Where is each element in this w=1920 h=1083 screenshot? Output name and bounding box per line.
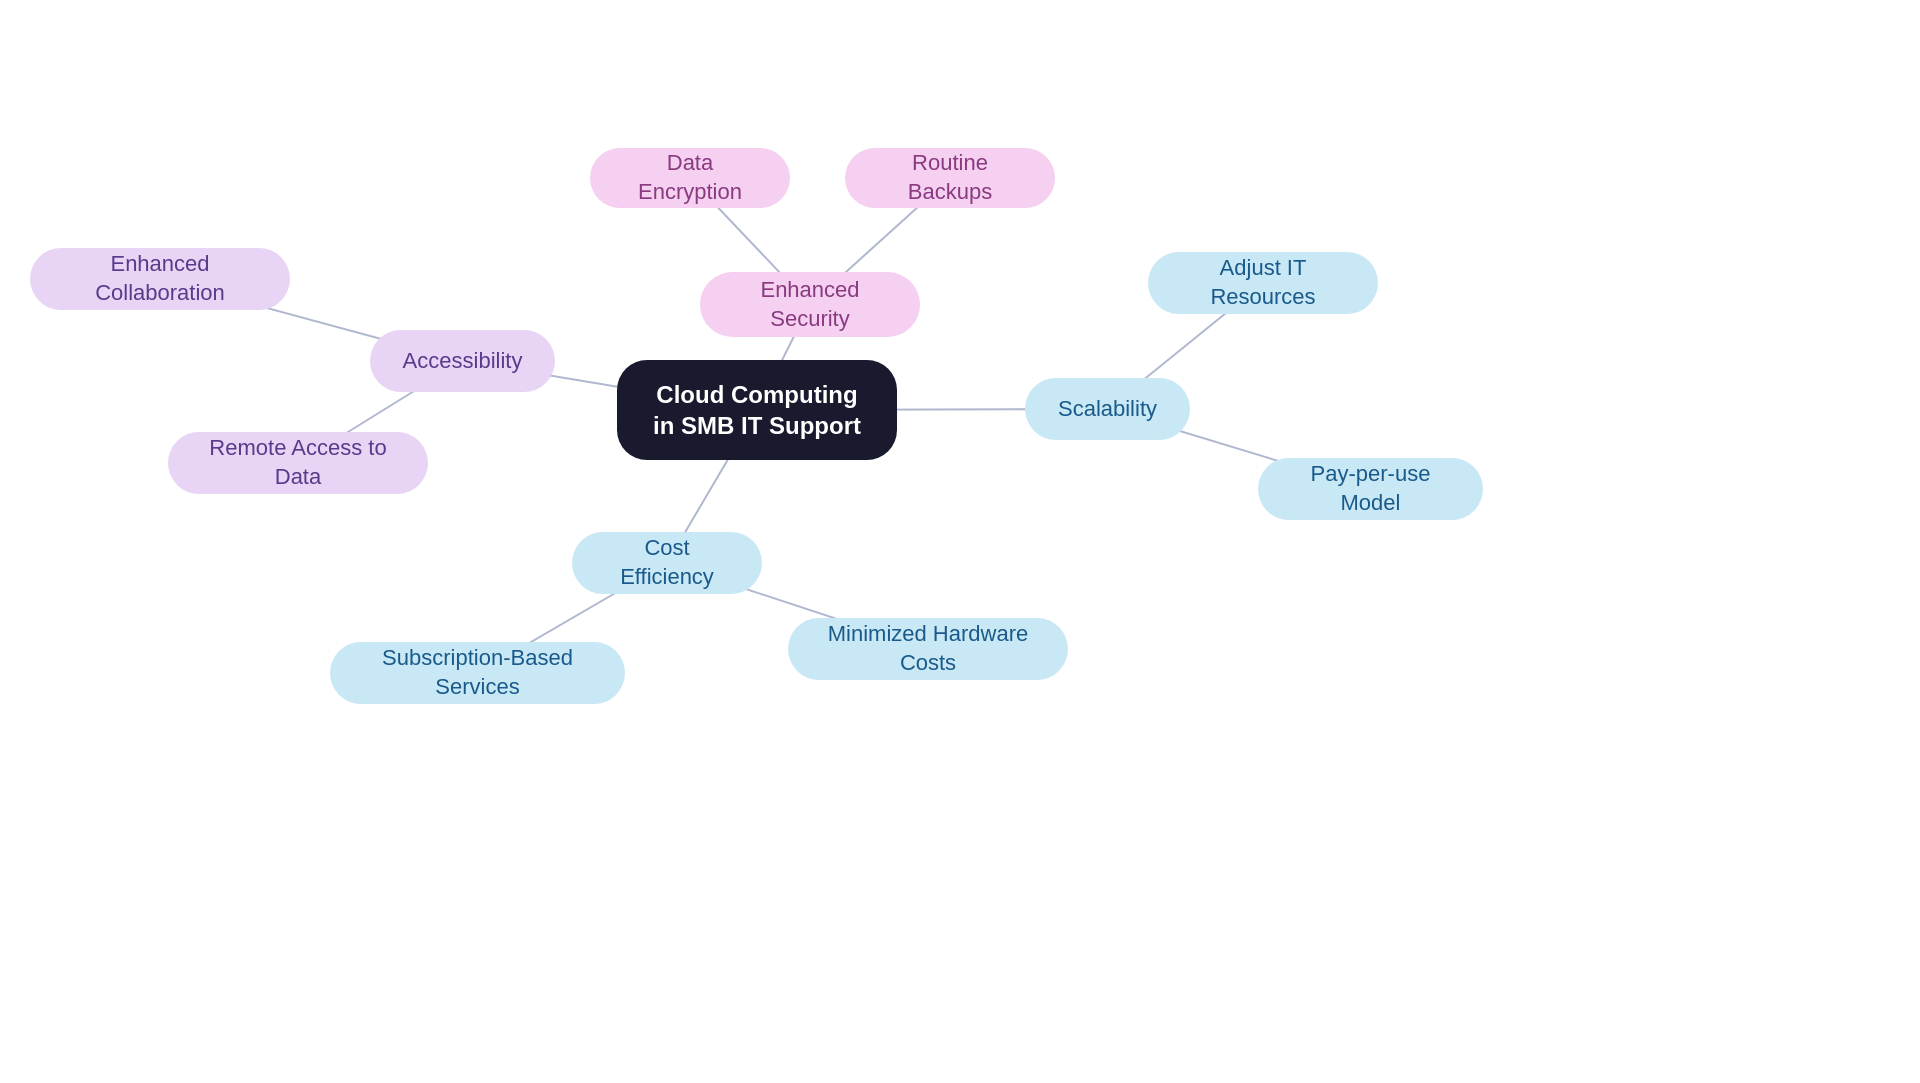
pay-per-use-label: Pay-per-use Model	[1286, 460, 1455, 517]
data-encryption-label: Data Encryption	[618, 149, 762, 206]
scalability-node: Scalability	[1025, 378, 1190, 440]
scalability-label: Scalability	[1058, 395, 1157, 424]
enhanced-security-node: Enhanced Security	[700, 272, 920, 337]
enhanced-collaboration-label: Enhanced Collaboration	[58, 250, 262, 307]
minimized-hardware-label: Minimized Hardware Costs	[816, 620, 1040, 677]
remote-access-node: Remote Access to Data	[168, 432, 428, 494]
routine-backups-node: Routine Backups	[845, 148, 1055, 208]
subscription-based-label: Subscription-Based Services	[358, 644, 597, 701]
center-node: Cloud Computing in SMB IT Support	[617, 360, 897, 460]
cost-efficiency-label: Cost Efficiency	[600, 534, 734, 591]
enhanced-security-label: Enhanced Security	[728, 276, 892, 333]
accessibility-node: Accessibility	[370, 330, 555, 392]
pay-per-use-node: Pay-per-use Model	[1258, 458, 1483, 520]
enhanced-collaboration-node: Enhanced Collaboration	[30, 248, 290, 310]
minimized-hardware-node: Minimized Hardware Costs	[788, 618, 1068, 680]
subscription-based-node: Subscription-Based Services	[330, 642, 625, 704]
center-label: Cloud Computing in SMB IT Support	[645, 379, 869, 441]
adjust-it-resources-node: Adjust IT Resources	[1148, 252, 1378, 314]
routine-backups-label: Routine Backups	[873, 149, 1027, 206]
data-encryption-node: Data Encryption	[590, 148, 790, 208]
adjust-it-resources-label: Adjust IT Resources	[1176, 254, 1350, 311]
remote-access-label: Remote Access to Data	[196, 434, 400, 491]
accessibility-label: Accessibility	[403, 347, 523, 376]
cost-efficiency-node: Cost Efficiency	[572, 532, 762, 594]
